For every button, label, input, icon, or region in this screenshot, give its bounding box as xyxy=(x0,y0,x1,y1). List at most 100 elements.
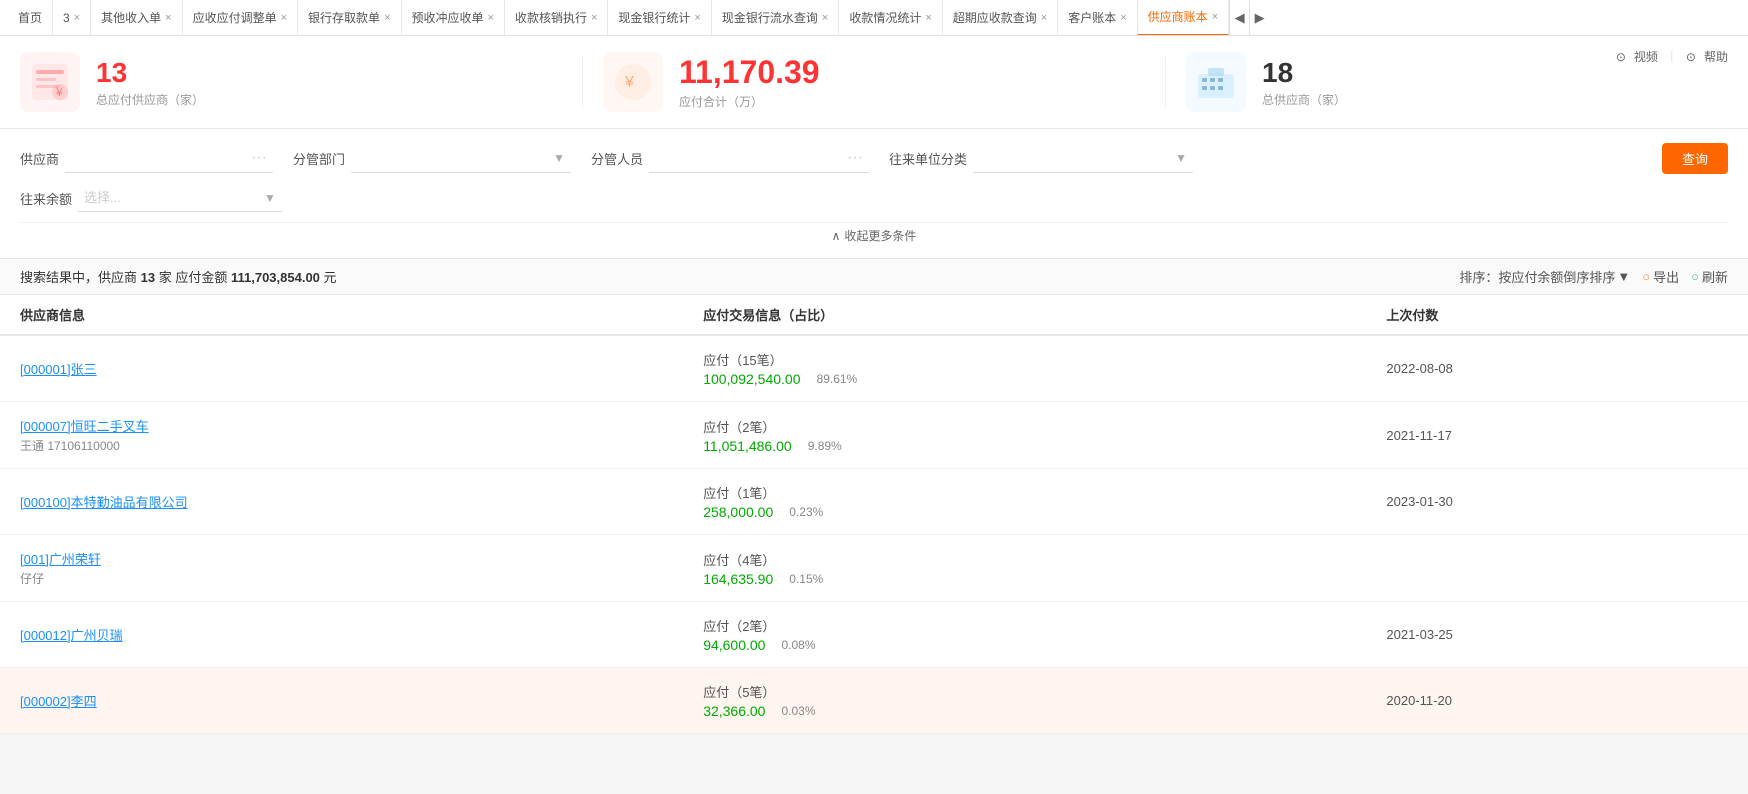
results-info: 搜索结果中，供应商 13 家 应付金额 111,703,854.00 元 xyxy=(20,267,337,286)
export-circle-icon: ○ xyxy=(1642,269,1650,284)
nav-tab-customer[interactable]: 客户账本 × xyxy=(1058,0,1137,36)
stat-block-2: ¥ 11,170.39 应付合计（万） xyxy=(603,52,1145,112)
supplier-link-6[interactable]: [000002]李四 xyxy=(20,691,703,710)
close-tab-cash-bank-flow[interactable]: × xyxy=(822,12,828,24)
category-filter-input[interactable]: ▼ xyxy=(973,145,1193,173)
help-icon: ⊙ xyxy=(1686,50,1696,64)
close-tab-3[interactable]: × xyxy=(74,12,80,24)
last-payment-1: 2022-08-08 xyxy=(1386,361,1728,376)
stat-icon-3 xyxy=(1186,52,1246,112)
trans-amount-2[interactable]: 11,051,486.00 xyxy=(703,438,792,454)
dept-filter-input[interactable]: ▼ xyxy=(351,145,571,173)
stat-number-2: 11,170.39 xyxy=(679,54,820,91)
close-tab-other-income[interactable]: × xyxy=(165,12,171,24)
stat-block-1: ¥ 13 总应付供应商（家） xyxy=(20,52,562,112)
nav-next-arrow[interactable]: ▶ xyxy=(1249,0,1269,36)
last-payment-6: 2020-11-20 xyxy=(1386,693,1728,708)
supplier-link-3[interactable]: [000100]本特勤油品有限公司 xyxy=(20,492,703,511)
col-header-last-payment: 上次付数 xyxy=(1386,305,1728,324)
filter-row-2: 往来余额 ▼ xyxy=(20,184,1728,212)
person-filter-input[interactable]: ··· xyxy=(649,145,869,173)
nav-tab-3[interactable]: 3 × xyxy=(53,0,91,36)
close-tab-ap-adjust[interactable]: × xyxy=(281,12,287,24)
supplier-info-6: [000002]李四 xyxy=(20,691,703,710)
stat-label-1: 总应付供应商（家） xyxy=(96,91,204,108)
balance-dropdown-icon[interactable]: ▼ xyxy=(264,191,276,205)
nav-tab-other-income[interactable]: 其他收入单 × xyxy=(91,0,182,36)
last-payment-2: 2021-11-17 xyxy=(1386,428,1728,443)
trans-percent-5: 0.08% xyxy=(781,638,815,652)
supplier-dots-icon[interactable]: ··· xyxy=(251,149,267,167)
filter-item-category: 往来单位分类 ▼ xyxy=(889,145,1193,173)
table-row: [000100]本特勤油品有限公司 应付（1笔） 258,000.00 0.23… xyxy=(0,469,1748,535)
transaction-info-5: 应付（2笔） 94,600.00 0.08% xyxy=(703,616,1386,653)
nav-tab-supplier[interactable]: 供应商账本 × xyxy=(1138,0,1229,36)
trans-amount-3[interactable]: 258,000.00 xyxy=(703,504,773,520)
trans-amount-6[interactable]: 32,366.00 xyxy=(703,703,765,719)
balance-filter-input[interactable]: ▼ xyxy=(78,184,282,212)
video-link[interactable]: 视频 xyxy=(1634,48,1658,65)
export-label: 导出 xyxy=(1653,267,1679,286)
trans-amount-4[interactable]: 164,635.90 xyxy=(703,571,773,587)
supplier-link-2[interactable]: [000007]恒旺二手叉车 xyxy=(20,416,703,435)
collapse-filter-button[interactable]: ∧ 收起更多条件 xyxy=(20,222,1728,248)
nav-tab-home[interactable]: 首页 xyxy=(8,0,53,36)
collapse-arrow-icon: ∧ xyxy=(832,229,841,243)
dept-dropdown-icon[interactable]: ▼ xyxy=(553,151,565,165)
filter-item-person: 分管人员 ··· xyxy=(591,145,869,173)
nav-tab-bank-deposit[interactable]: 银行存取款单 × xyxy=(298,0,401,36)
close-tab-cash-bank-stat[interactable]: × xyxy=(694,12,700,24)
close-tab-customer[interactable]: × xyxy=(1120,12,1126,24)
dept-input-field[interactable] xyxy=(357,151,549,166)
supplier-info-2: [000007]恒旺二手叉车 王通 17106110000 xyxy=(20,416,703,454)
close-tab-overdue[interactable]: × xyxy=(1041,12,1047,24)
close-tab-advance-sales[interactable]: × xyxy=(488,12,494,24)
close-tab-bank-deposit[interactable]: × xyxy=(384,12,390,24)
trans-label-2: 应付（2笔） xyxy=(703,417,1386,436)
top-navigation: 首页 3 × 其他收入单 × 应收应付调整单 × 银行存取款单 × 预收冲应收单… xyxy=(0,0,1748,36)
person-input-field[interactable] xyxy=(655,151,843,166)
nav-tab-overdue[interactable]: 超期应收款查询 × xyxy=(943,0,1058,36)
close-tab-supplier[interactable]: × xyxy=(1212,11,1218,23)
table-row: [000007]恒旺二手叉车 王通 17106110000 应付（2笔） 11,… xyxy=(0,402,1748,469)
balance-input-field[interactable] xyxy=(84,190,260,205)
supplier-link-4[interactable]: [001]广州荣轩 xyxy=(20,549,703,568)
nav-tab-cash-bank-flow[interactable]: 现金银行流水查询 × xyxy=(712,0,839,36)
nav-tab-ap-adjust[interactable]: 应收应付调整单 × xyxy=(183,0,298,36)
supplier-filter-input[interactable]: ··· xyxy=(65,145,273,173)
category-dropdown-icon[interactable]: ▼ xyxy=(1175,151,1187,165)
export-button[interactable]: ○ 导出 xyxy=(1642,267,1679,286)
filter-row-1: 供应商 ··· 分管部门 ▼ 分管人员 ··· 往来单位分类 xyxy=(20,143,1728,174)
supplier-link-5[interactable]: [000012]广州贝瑞 xyxy=(20,625,703,644)
stat-text-1: 13 总应付供应商（家） xyxy=(96,57,204,108)
sort-label: 排序：按应付余额倒序排序 xyxy=(1459,267,1615,286)
col-header-transaction: 应付交易信息（占比） xyxy=(703,305,1386,324)
refresh-circle-icon: ○ xyxy=(1691,269,1699,284)
result-amount: 111,703,854.00 xyxy=(231,270,320,285)
supplier-link-1[interactable]: [000001]张三 xyxy=(20,359,703,378)
link-divider: ｜ xyxy=(1666,48,1678,65)
header-right-links: ⊙ 视频 ｜ ⊙ 帮助 xyxy=(1616,48,1728,65)
supplier-input-field[interactable] xyxy=(71,151,247,166)
sort-arrow-icon: ▼ xyxy=(1617,269,1630,284)
nav-tab-receipt-verify[interactable]: 收款核销执行 × xyxy=(505,0,608,36)
sort-select[interactable]: 排序：按应付余额倒序排序 ▼ xyxy=(1459,267,1630,286)
nav-prev-arrow[interactable]: ◀ xyxy=(1229,0,1249,36)
transaction-info-2: 应付（2笔） 11,051,486.00 9.89% xyxy=(703,417,1386,454)
nav-tab-receipt-stat[interactable]: 收款情况统计 × xyxy=(839,0,942,36)
filter-item-dept: 分管部门 ▼ xyxy=(293,145,571,173)
trans-amount-5[interactable]: 94,600.00 xyxy=(703,637,765,653)
stat-number-3: 18 xyxy=(1262,57,1346,89)
nav-tab-advance-sales[interactable]: 预收冲应收单 × xyxy=(402,0,505,36)
person-dots-icon[interactable]: ··· xyxy=(847,149,863,167)
help-link[interactable]: 帮助 xyxy=(1704,48,1728,65)
video-icon: ⊙ xyxy=(1616,50,1626,64)
category-input-field[interactable] xyxy=(979,151,1171,166)
table-header: 供应商信息 应付交易信息（占比） 上次付数 xyxy=(0,295,1748,336)
close-tab-receipt-verify[interactable]: × xyxy=(591,12,597,24)
nav-tab-cash-bank-stat[interactable]: 现金银行统计 × xyxy=(608,0,711,36)
refresh-button[interactable]: ○ 刷新 xyxy=(1691,267,1728,286)
close-tab-receipt-stat[interactable]: × xyxy=(925,12,931,24)
trans-amount-1[interactable]: 100,092,540.00 xyxy=(703,371,800,387)
search-button[interactable]: 查询 xyxy=(1662,143,1728,174)
